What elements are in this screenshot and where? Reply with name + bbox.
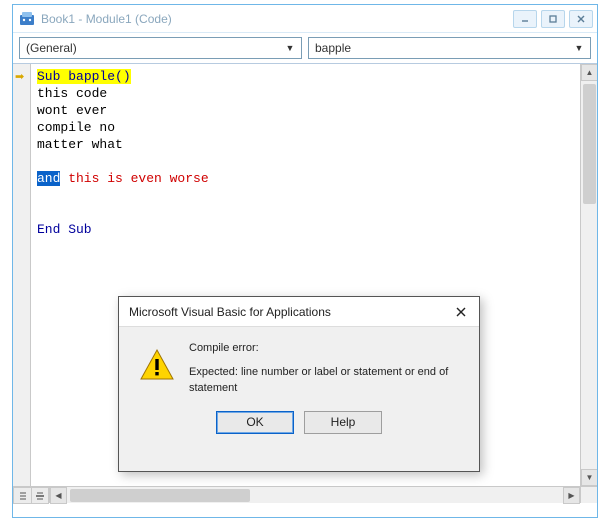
scroll-left-button[interactable]: ◀ — [50, 487, 67, 504]
chevron-down-icon: ▼ — [283, 41, 297, 55]
chevron-down-icon: ▼ — [572, 41, 586, 55]
code-proc-name: bapple — [68, 69, 115, 84]
dropdown-row: (General) ▼ bapple ▼ — [13, 33, 597, 63]
vba-app-icon — [19, 11, 35, 27]
execution-arrow-icon: ➡ — [15, 70, 24, 83]
scroll-right-button[interactable]: ▶ — [563, 487, 580, 504]
ok-button[interactable]: OK — [216, 411, 294, 434]
procedure-view-button[interactable] — [13, 487, 31, 504]
dialog-body: Compile error: Expected: line number or … — [119, 327, 479, 405]
window-title: Book1 - Module1 (Code) — [41, 12, 513, 26]
dialog-text: Compile error: Expected: line number or … — [189, 341, 463, 397]
scroll-up-button[interactable]: ▲ — [581, 64, 597, 81]
code-line: this code — [37, 86, 107, 101]
code-parens: () — [115, 69, 131, 84]
vertical-scrollbar[interactable]: ▲ ▼ — [580, 64, 597, 486]
procedure-dropdown[interactable]: bapple ▼ — [308, 37, 591, 59]
code-error-text: this is even worse — [60, 171, 208, 186]
scroll-down-button[interactable]: ▼ — [581, 469, 597, 486]
scroll-corner — [580, 487, 597, 503]
dialog-buttons: OK Help — [119, 405, 479, 448]
scroll-thumb[interactable] — [70, 489, 250, 502]
dialog-title: Microsoft Visual Basic for Applications — [129, 305, 447, 319]
scope-dropdown-value: (General) — [26, 41, 77, 55]
close-button[interactable] — [569, 10, 593, 28]
maximize-button[interactable] — [541, 10, 565, 28]
dialog-titlebar[interactable]: Microsoft Visual Basic for Applications — [119, 297, 479, 327]
scroll-thumb[interactable] — [583, 84, 596, 204]
code-line: matter what — [37, 137, 123, 152]
error-dialog: Microsoft Visual Basic for Applications … — [118, 296, 480, 472]
window-controls — [513, 10, 593, 28]
bottom-row: ◀ ▶ — [13, 486, 597, 503]
procedure-dropdown-value: bapple — [315, 41, 351, 55]
code-kw: Sub — [37, 69, 68, 84]
code-end-sub: End Sub — [37, 222, 92, 237]
dialog-message-heading: Compile error: — [189, 341, 463, 357]
titlebar[interactable]: Book1 - Module1 (Code) — [13, 5, 597, 33]
code-line: compile no — [37, 120, 115, 135]
scope-dropdown[interactable]: (General) ▼ — [19, 37, 302, 59]
minimize-button[interactable] — [513, 10, 537, 28]
code-line: wont ever — [37, 103, 107, 118]
view-toggle — [13, 487, 49, 503]
code-selection: and — [37, 171, 60, 186]
dialog-message-body: Expected: line number or label or statem… — [189, 365, 463, 397]
dialog-close-button[interactable] — [447, 301, 475, 323]
help-button[interactable]: Help — [304, 411, 382, 434]
horizontal-scrollbar[interactable]: ◀ ▶ — [49, 487, 580, 503]
gutter[interactable]: ➡ — [13, 64, 31, 486]
warning-icon — [139, 347, 175, 383]
full-module-view-button[interactable] — [31, 487, 49, 504]
